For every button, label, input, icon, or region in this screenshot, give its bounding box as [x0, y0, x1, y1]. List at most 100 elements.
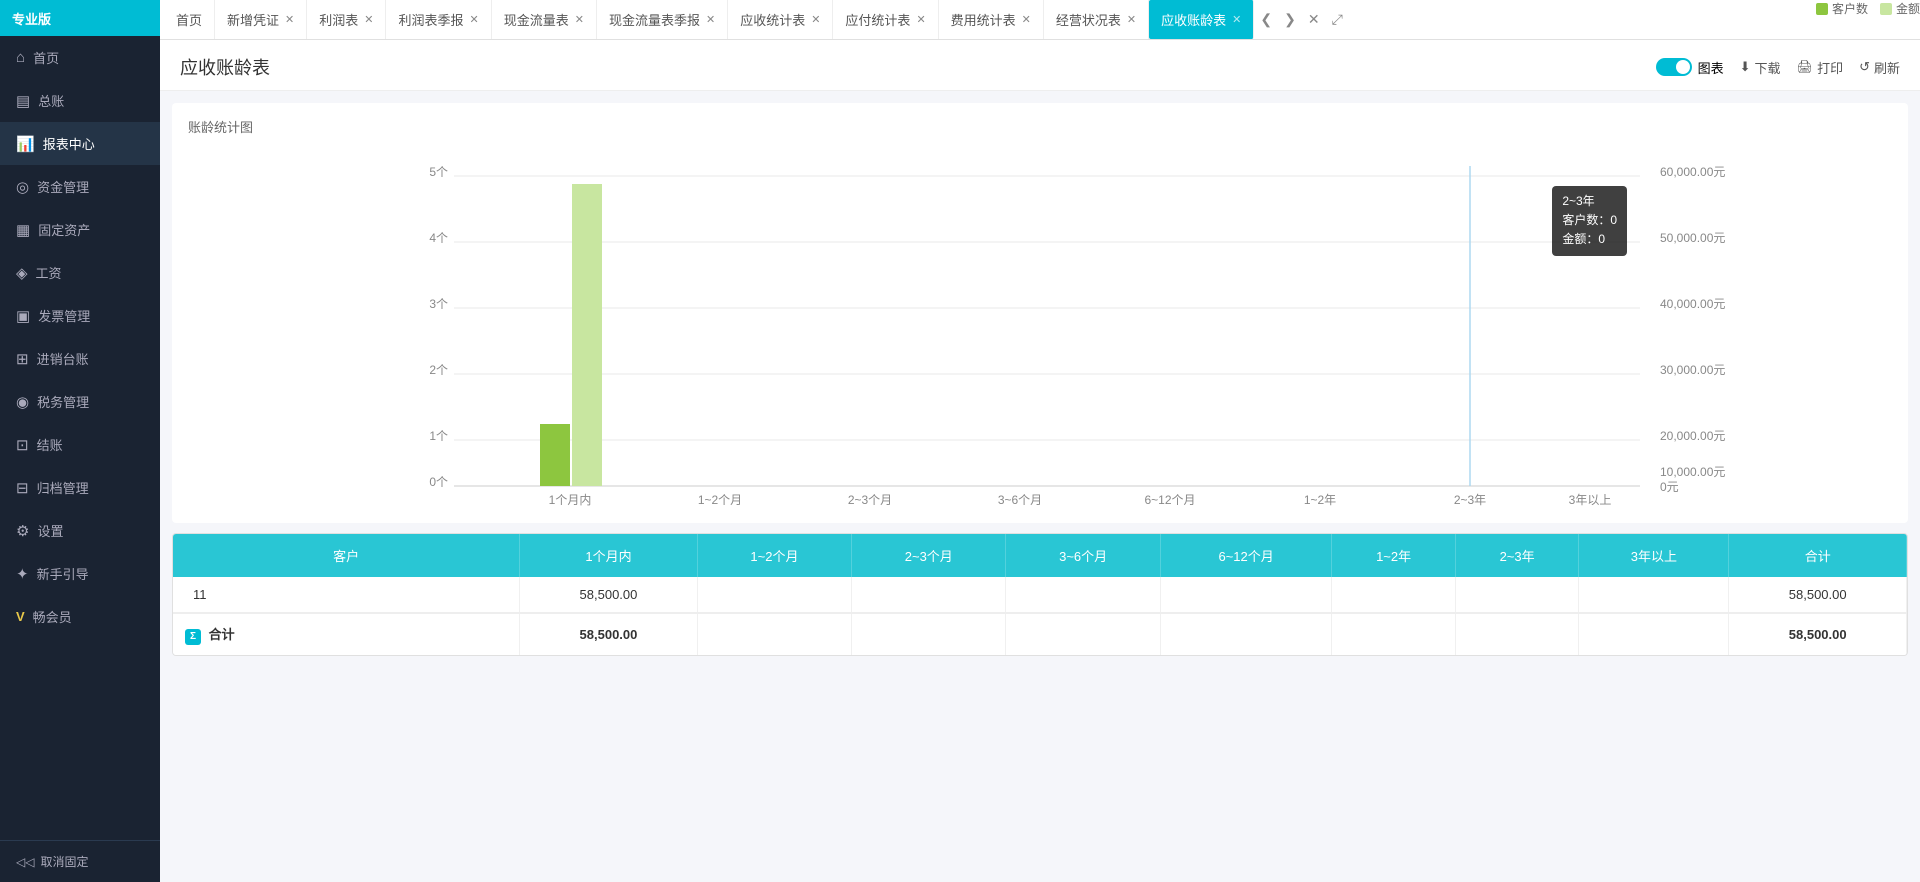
bar-customers-month1 [540, 424, 570, 486]
tax-icon: ◉ [16, 393, 29, 411]
td-footer-year1-2 [1332, 613, 1456, 655]
sidebar-item-label: 固定资产 [38, 220, 90, 239]
tab-profit[interactable]: 利润表 ✕ [307, 0, 386, 39]
tab-close-aging[interactable]: ✕ [1232, 13, 1241, 26]
svg-text:5个: 5个 [429, 165, 448, 179]
refresh-btn[interactable]: ↺ 刷新 [1859, 58, 1900, 77]
tab-close-cashflow[interactable]: ✕ [575, 13, 584, 26]
chart-toggle[interactable] [1656, 58, 1692, 76]
tab-expense[interactable]: 费用统计表 ✕ [939, 0, 1044, 39]
sidebar-item-inventory[interactable]: ⊞ 进销台账 [0, 337, 160, 380]
tab-aging[interactable]: 应收账龄表 ✕ [1149, 0, 1254, 39]
td-footer-month2-3 [852, 613, 1006, 655]
tab-receivable[interactable]: 应收统计表 ✕ [728, 0, 833, 39]
td-footer-year3plus [1579, 613, 1729, 655]
tab-expand-btn[interactable]: ⤢ [1326, 0, 1349, 39]
print-btn[interactable]: 🖨 打印 [1797, 58, 1844, 77]
tab-bizstat[interactable]: 经营状况表 ✕ [1044, 0, 1149, 39]
sidebar-item-salary[interactable]: ◈ 工资 [0, 251, 160, 294]
tab-payable[interactable]: 应付统计表 ✕ [833, 0, 938, 39]
sidebar-item-tax[interactable]: ◉ 税务管理 [0, 380, 160, 423]
tab-bar: 首页 新增凭证 ✕ 利润表 ✕ 利润表季报 ✕ 现金流量表 ✕ 现金流量表季报 … [160, 0, 1920, 40]
td-footer-month6-12 [1160, 613, 1332, 655]
tab-close-expense[interactable]: ✕ [1022, 13, 1031, 26]
tab-close-profit-q[interactable]: ✕ [470, 13, 479, 26]
sidebar-item-label: 首页 [33, 48, 59, 67]
settings-icon: ⚙ [16, 522, 29, 540]
home-icon: ⌂ [16, 49, 25, 66]
td-footer-year2-3 [1455, 613, 1579, 655]
guide-icon: ✦ [16, 565, 29, 583]
sidebar-item-assets[interactable]: ▦ 固定资产 [0, 208, 160, 251]
print-label: 打印 [1817, 58, 1843, 77]
close-accounts-icon: ⊡ [16, 436, 29, 454]
print-icon: 🖨 [1797, 59, 1814, 75]
tab-cashflow[interactable]: 现金流量表 ✕ [492, 0, 597, 39]
sidebar-item-label: 报表中心 [43, 134, 95, 153]
th-month1-2: 1~2个月 [697, 534, 851, 577]
td-footer-month3-6 [1006, 613, 1160, 655]
download-btn[interactable]: ⬇ 下载 [1740, 58, 1781, 77]
sidebar-item-ledger[interactable]: ▤ 总账 [0, 79, 160, 122]
svg-text:30,000.00元: 30,000.00元 [1660, 363, 1725, 377]
tab-voucher[interactable]: 新增凭证 ✕ [215, 0, 307, 39]
sidebar-item-invoice[interactable]: ▣ 发票管理 [0, 294, 160, 337]
th-year2-3: 2~3年 [1455, 534, 1579, 577]
tab-close-payable[interactable]: ✕ [916, 13, 925, 26]
tab-close-voucher[interactable]: ✕ [285, 13, 294, 26]
svg-text:60,000.00元: 60,000.00元 [1660, 165, 1725, 179]
sidebar-item-archive[interactable]: ⊟ 归档管理 [0, 466, 160, 509]
table-header-row: 客户 1个月内 1~2个月 2~3个月 3~6个月 6~12个月 1~2年 2~… [173, 534, 1907, 577]
tab-close-all-btn[interactable]: ✕ [1302, 0, 1326, 39]
ledger-icon: ▤ [16, 92, 30, 110]
tab-prev-btn[interactable]: ❮ [1254, 0, 1278, 39]
svg-text:1个月内: 1个月内 [549, 493, 592, 506]
chart-toggle-label: 图表 [1698, 58, 1724, 77]
app-logo: 专业版 [0, 0, 160, 36]
td-year2-3 [1455, 577, 1579, 613]
sidebar-item-guide[interactable]: ✦ 新手引导 [0, 552, 160, 595]
svg-text:1~2个月: 1~2个月 [698, 493, 742, 506]
member-icon: V [16, 609, 25, 624]
svg-text:3个: 3个 [429, 297, 448, 311]
td-month1: 58,500.00 [520, 577, 698, 613]
pin-label: 取消固定 [40, 853, 88, 870]
svg-text:3年以上: 3年以上 [1569, 493, 1612, 506]
svg-text:10,000.00元: 10,000.00元 [1660, 465, 1725, 479]
td-footer-month1: 58,500.00 [520, 613, 698, 655]
tab-home[interactable]: 首页 [164, 0, 215, 39]
footer-label: 合计 [209, 627, 235, 642]
tab-cashflow-q[interactable]: 现金流量表季报 ✕ [597, 0, 728, 39]
chart-title: 账龄统计图 [188, 117, 253, 136]
sidebar-item-home[interactable]: ⌂ 首页 [0, 36, 160, 79]
tab-close-profit[interactable]: ✕ [364, 13, 373, 26]
sidebar-toggle-pin[interactable]: ◁◁ 取消固定 [0, 840, 160, 882]
tab-profit-q[interactable]: 利润表季报 ✕ [386, 0, 491, 39]
table-footer-row: Σ 合计 58,500.00 58,500.00 [173, 613, 1907, 655]
bar-amount-month1 [572, 184, 602, 486]
sidebar-item-member[interactable]: V 畅会员 [0, 595, 160, 638]
sidebar-item-label: 税务管理 [37, 392, 89, 411]
th-customer: 客户 [173, 534, 520, 577]
tab-close-cashflow-q[interactable]: ✕ [706, 13, 715, 26]
svg-text:0元: 0元 [1660, 480, 1679, 494]
reports-icon: 📊 [16, 135, 35, 153]
chart-area: 账龄统计图 客户数 金额 5个 4个 [172, 103, 1908, 523]
sidebar-item-close[interactable]: ⊡ 结账 [0, 423, 160, 466]
table-row: 11 58,500.00 58,500.00 [173, 577, 1907, 613]
sidebar-item-capital[interactable]: ◎ 资金管理 [0, 165, 160, 208]
svg-text:1~2年: 1~2年 [1304, 493, 1336, 506]
capital-icon: ◎ [16, 178, 29, 196]
data-table-wrap: 客户 1个月内 1~2个月 2~3个月 3~6个月 6~12个月 1~2年 2~… [172, 533, 1908, 656]
tab-close-receivable[interactable]: ✕ [811, 13, 820, 26]
tab-next-btn[interactable]: ❯ [1278, 0, 1302, 39]
th-total: 合计 [1729, 534, 1907, 577]
page-title: 应收账龄表 [180, 54, 270, 80]
sidebar-item-label: 新手引导 [37, 564, 89, 583]
td-footer-total: 58,500.00 [1729, 613, 1907, 655]
invoice-icon: ▣ [16, 307, 30, 325]
tab-close-bizstat[interactable]: ✕ [1127, 13, 1136, 26]
sidebar-item-reports[interactable]: 📊 报表中心 [0, 122, 160, 165]
sidebar-item-settings[interactable]: ⚙ 设置 [0, 509, 160, 552]
td-customer: 11 [173, 577, 520, 613]
